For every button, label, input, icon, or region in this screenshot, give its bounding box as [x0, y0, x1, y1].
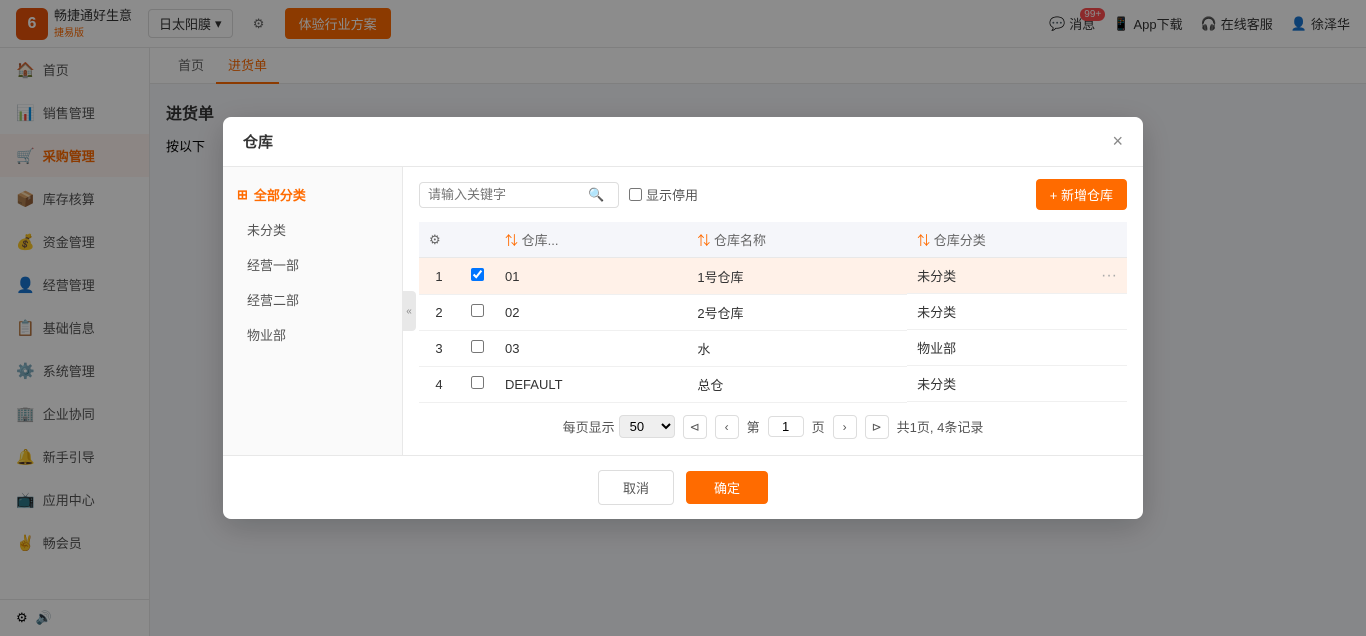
page-label: 第	[747, 417, 760, 436]
row-code: 03	[495, 330, 687, 366]
table-row[interactable]: 2 02 2号仓库 未分类	[419, 294, 1127, 330]
modal-body: ⊞ 全部分类 未分类 经营一部 经营二部 物业部 « 🔍	[223, 167, 1143, 455]
sort-icon-name: ⇅	[697, 233, 710, 248]
row-code: DEFAULT	[495, 366, 687, 402]
sort-icon: ⇅	[505, 233, 518, 248]
table-row[interactable]: 3 03 水 物业部	[419, 330, 1127, 366]
row-checkbox[interactable]	[471, 340, 484, 353]
table-row[interactable]: 1 01 1号仓库 未分类···	[419, 258, 1127, 295]
row-category: 未分类···	[907, 258, 1127, 294]
search-icon[interactable]: 🔍	[588, 187, 604, 203]
row-more-button[interactable]: ···	[1101, 267, 1117, 285]
row-checkbox[interactable]	[471, 376, 484, 389]
row-checkbox-cell[interactable]	[459, 294, 495, 330]
row-num: 4	[419, 366, 459, 402]
total-info: 共1页, 4条记录	[897, 417, 984, 436]
row-checkbox-cell[interactable]	[459, 366, 495, 402]
row-category: 未分类	[907, 366, 1127, 402]
confirm-button[interactable]: 确定	[686, 471, 768, 504]
category-tree-panel: ⊞ 全部分类 未分类 经营一部 经营二部 物业部 «	[223, 167, 403, 455]
tree-collapse-button[interactable]: «	[402, 291, 416, 331]
modal-close-button[interactable]: ×	[1112, 131, 1123, 152]
per-page-select[interactable]: 50 10 20 100	[619, 415, 675, 438]
pagination: 每页显示 50 10 20 100 ⊲ ‹ 第 页 › ⊳	[419, 403, 1127, 443]
th-code: ⇅ 仓库...	[495, 222, 687, 258]
modal-footer: 取消 确定	[223, 455, 1143, 519]
cancel-button[interactable]: 取消	[598, 470, 674, 505]
table-toolbar: 🔍 显示停用 + 新增仓库	[419, 179, 1127, 210]
row-category: 未分类	[907, 294, 1127, 330]
th-name: ⇅ 仓库名称	[687, 222, 907, 258]
modal-overlay: 仓库 × ⊞ 全部分类 未分类 经营一部 经营二部 物业部 «	[0, 0, 1366, 636]
first-page-button[interactable]: ⊲	[683, 415, 707, 439]
add-warehouse-button[interactable]: + 新增仓库	[1036, 179, 1127, 210]
page-input[interactable]	[768, 416, 804, 437]
per-page-label: 每页显示	[563, 417, 615, 436]
row-name: 总仓	[687, 366, 907, 402]
tree-item-property[interactable]: 物业部	[223, 317, 402, 352]
modal-header: 仓库 ×	[223, 117, 1143, 167]
row-checkbox-cell[interactable]	[459, 258, 495, 295]
row-name: 1号仓库	[687, 258, 907, 295]
last-page-button[interactable]: ⊳	[865, 415, 889, 439]
show-disabled-text: 显示停用	[646, 185, 698, 204]
th-settings: ⚙	[419, 222, 459, 258]
prev-page-button[interactable]: ‹	[715, 415, 739, 439]
grid-icon: ⊞	[237, 187, 248, 203]
warehouse-table-panel: 🔍 显示停用 + 新增仓库 ⚙ ⇅	[403, 167, 1143, 455]
warehouse-modal: 仓库 × ⊞ 全部分类 未分类 经营一部 经营二部 物业部 «	[223, 117, 1143, 519]
table-row[interactable]: 4 DEFAULT 总仓 未分类	[419, 366, 1127, 402]
tree-header-all[interactable]: ⊞ 全部分类	[223, 177, 402, 212]
tree-all-label: 全部分类	[254, 185, 306, 204]
row-name: 水	[687, 330, 907, 366]
row-checkbox[interactable]	[471, 268, 484, 281]
tree-item-op1[interactable]: 经营一部	[223, 247, 402, 282]
page-suffix: 页	[812, 417, 825, 436]
search-input-wrap: 🔍	[419, 182, 619, 208]
row-name: 2号仓库	[687, 294, 907, 330]
th-checkbox	[459, 222, 495, 258]
th-category: ⇅ 仓库分类	[907, 222, 1127, 258]
row-code: 02	[495, 294, 687, 330]
row-checkbox[interactable]	[471, 304, 484, 317]
row-num: 2	[419, 294, 459, 330]
show-disabled-label: 显示停用	[629, 185, 698, 204]
row-num: 1	[419, 258, 459, 295]
search-input[interactable]	[428, 187, 588, 202]
modal-title: 仓库	[243, 131, 273, 152]
page-size-selector: 每页显示 50 10 20 100	[563, 415, 675, 438]
tree-item-unclassified[interactable]: 未分类	[223, 212, 402, 247]
row-num: 3	[419, 330, 459, 366]
row-code: 01	[495, 258, 687, 295]
row-checkbox-cell[interactable]	[459, 330, 495, 366]
row-category: 物业部	[907, 330, 1127, 366]
next-page-button[interactable]: ›	[833, 415, 857, 439]
warehouse-table: ⚙ ⇅ 仓库... ⇅ 仓库名称 ⇅	[419, 222, 1127, 403]
show-disabled-checkbox[interactable]	[629, 188, 642, 201]
sort-icon-cat: ⇅	[917, 233, 930, 248]
tree-item-op2[interactable]: 经营二部	[223, 282, 402, 317]
